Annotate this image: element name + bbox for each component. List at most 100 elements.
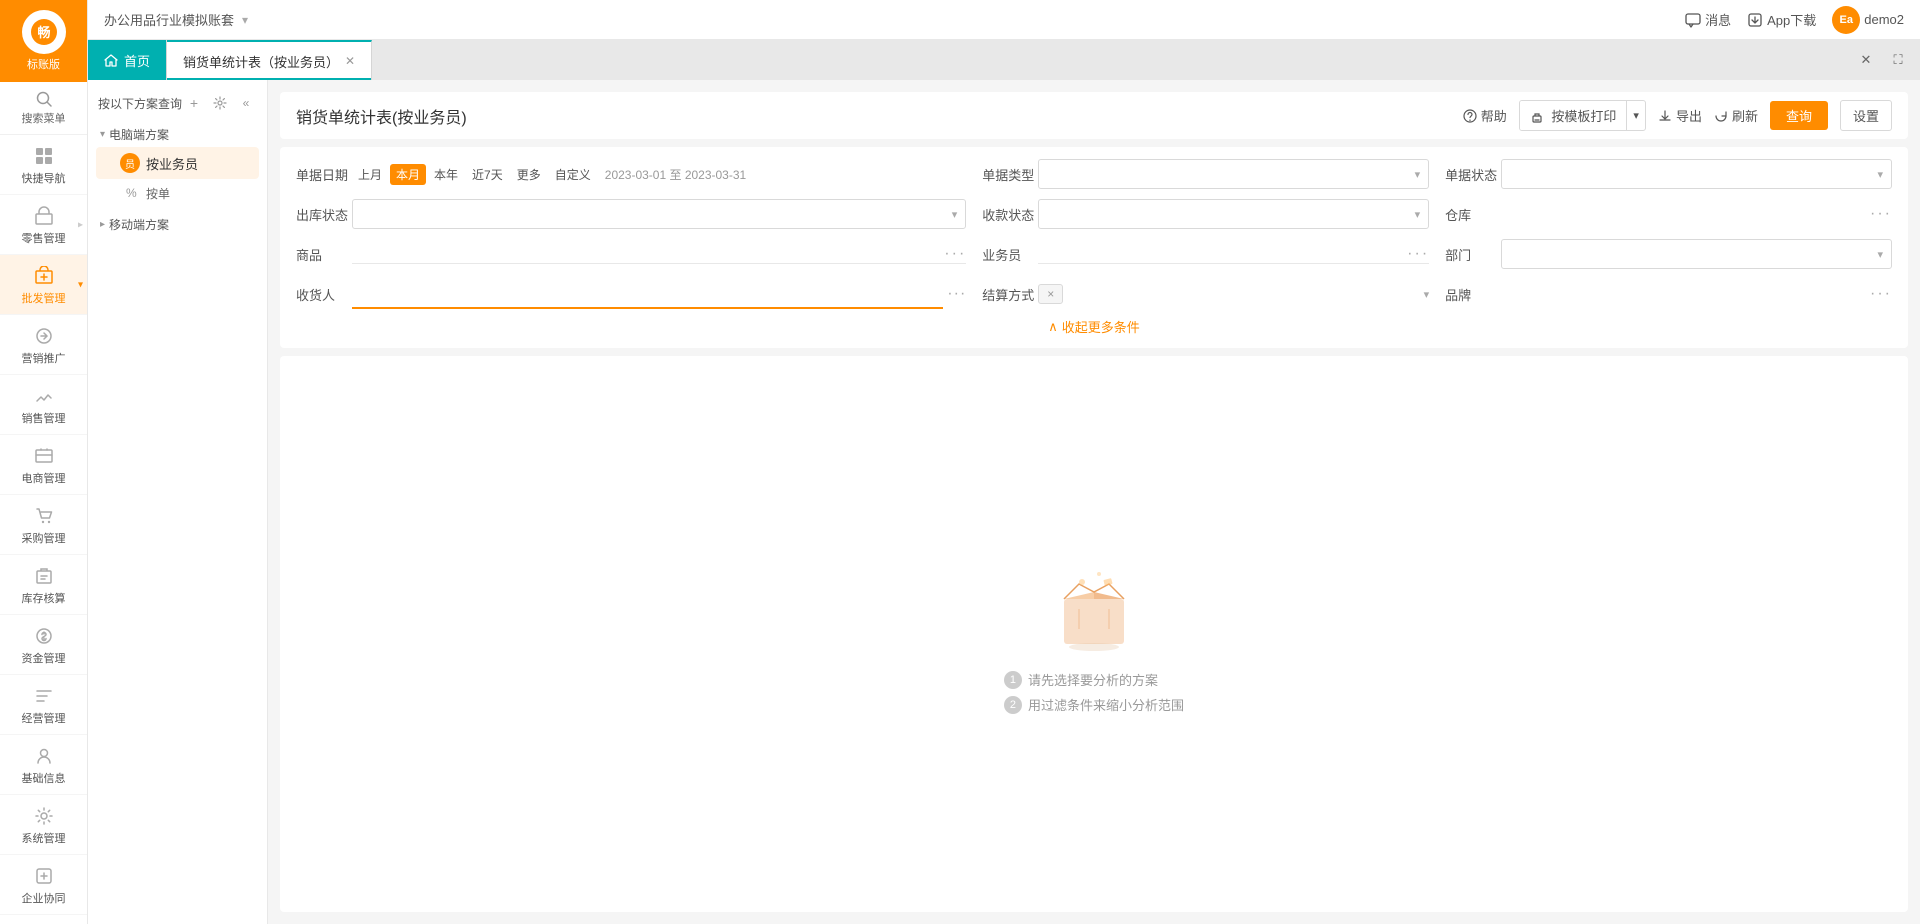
sidebar-item-basic[interactable]: 基础信息 [0,735,87,795]
consignee-dots[interactable]: ··· [947,285,966,303]
filter-payment-method-area: × ▾ [1038,284,1429,304]
scheme-sub-item-icon: % [124,184,140,203]
inventory-icon [33,565,55,587]
filter-item-salesperson: 业务员 ··· [982,245,1429,264]
scheme-item-by-salesperson-label: 按业务员 [146,154,198,173]
user-profile[interactable]: Ea demo2 [1832,6,1904,34]
refresh-label: 刷新 [1732,106,1758,125]
collapse-filters-button[interactable]: ∧ 收起更多条件 [296,317,1892,336]
app-download-icon [1747,12,1763,28]
empty-tip-1: 1 请先选择要分析的方案 [1004,670,1184,689]
sidebar-item-purchase[interactable]: 采购管理 [0,495,87,555]
content: 按以下方案查询 + « [88,80,1920,924]
add-scheme-button[interactable]: + [183,92,205,114]
topbar-arrow[interactable]: ▾ [242,13,248,27]
sidebar-item-retail[interactable]: 零售管理 ▸ [0,195,87,255]
app-download-label: App下载 [1767,10,1816,29]
filter-area: 单据日期 上月 本月 本年 近7天 更多 自定义 2023-03-01 至 20… [280,147,1908,348]
message-button[interactable]: 消息 [1685,10,1731,29]
filter-brand-input[interactable]: ··· [1501,285,1892,303]
page-title: 销货单统计表(按业务员) [296,104,467,128]
filter-salesperson-input[interactable]: ··· [1038,245,1429,264]
filter-date-tab-this-year[interactable]: 本年 [428,164,464,185]
filter-payment-method-arrow[interactable]: ▾ [1424,288,1430,301]
settings-button[interactable]: 设置 [1840,100,1892,131]
filter-doc-status-arrow: ▾ [1877,168,1883,181]
scheme-group-mobile-header[interactable]: ▸ 移动端方案 [96,212,259,237]
sidebar-item-ecom[interactable]: 电商管理 [0,435,87,495]
print-dropdown-button[interactable]: ▾ [1627,104,1645,127]
filter-payment-method-clear[interactable]: × [1047,287,1054,301]
tab-sales-stat[interactable]: 销货单统计表（按业务员） ✕ [167,40,372,80]
filter-department-arrow: ▾ [1877,248,1883,261]
sidebar-item-newbie[interactable]: 新手引导 [0,915,87,924]
help-button[interactable]: 帮助 [1463,106,1507,125]
sidebar-item-purchase-label: 采购管理 [22,530,66,546]
filter-date-tab-this-month[interactable]: 本月 [390,164,426,185]
user-name: demo2 [1864,12,1904,27]
scheme-item-by-salesperson[interactable]: 员 按业务员 [96,147,259,179]
sidebar-item-wholesale[interactable]: 批发管理 ▾ [0,255,87,315]
filter-warehouse-dots[interactable]: ··· [1501,205,1892,223]
sidebar-nav: 快捷导航 零售管理 ▸ 批发管理 ▾ [0,135,87,924]
maximize-button[interactable]: ⛶ [1884,46,1912,74]
app-download-button[interactable]: App下载 [1747,10,1816,29]
filter-date-tab-more[interactable]: 更多 [511,164,547,185]
salesperson-dots-text: ··· [1407,245,1429,263]
scheme-sub-item-by-order[interactable]: % 按单 [96,179,259,208]
sidebar-item-inventory-label: 库存核算 [22,590,66,606]
filter-goods-input[interactable]: ··· [352,245,966,264]
topbar: 办公用品行业模拟账套 ▾ 消息 App下载 Ea [88,0,1920,40]
print-btn-group: 按模板打印 ▾ [1519,100,1646,131]
sidebar-item-marketing[interactable]: 营销推广 [0,315,87,375]
svg-text:%: % [126,186,137,200]
query-button[interactable]: 查询 [1770,101,1828,130]
empty-tip-1-text: 请先选择要分析的方案 [1028,670,1158,689]
maximize-icon: ⛶ [1893,52,1902,68]
filter-date-tab-last-month[interactable]: 上月 [352,164,388,185]
filter-date-tab-last-7[interactable]: 近7天 [466,164,509,185]
sidebar-item-inventory[interactable]: 库存核算 [0,555,87,615]
retail-icon [33,205,55,227]
sidebar-item-operation[interactable]: 经营管理 [0,675,87,735]
collapse-arrow-icon: ∧ [1048,319,1058,335]
collapse-panel-button[interactable]: « [235,92,257,114]
sidebar-item-operation-label: 经营管理 [22,710,66,726]
filter-out-status-select[interactable]: ▾ [352,199,966,229]
sidebar-item-sales[interactable]: 销售管理 [0,375,87,435]
sidebar-search-button[interactable]: 搜索菜单 [0,82,87,135]
filter-doc-status-select[interactable]: ▾ [1501,159,1892,189]
left-panel-title: 按以下方案查询 [98,95,182,112]
export-button[interactable]: 导出 [1658,106,1702,125]
filter-consignee-input[interactable] [352,279,943,309]
filter-payment-method-label: 结算方式 [982,285,1038,304]
avatar: Ea [1832,6,1860,34]
filter-date-tab-custom[interactable]: 自定义 [549,164,597,185]
finance-icon [33,625,55,647]
filter-consignee-label: 收货人 [296,285,352,304]
filter-payment-status-select[interactable]: ▾ [1038,199,1429,229]
filter-doc-type-select[interactable]: ▾ [1038,159,1429,189]
message-label: 消息 [1705,10,1731,29]
filter-row-3: 商品 ··· 业务员 ··· 部门 [296,239,1892,269]
left-panel-header: 按以下方案查询 + « [88,88,267,122]
sidebar-item-system[interactable]: 系统管理 [0,795,87,855]
filter-item-payment-status: 收款状态 ▾ [982,199,1429,229]
tab-home[interactable]: 首页 [88,40,167,80]
tab-sales-stat-label: 销货单统计表（按业务员） [183,52,339,71]
tab-sales-stat-close[interactable]: ✕ [345,54,355,68]
sidebar-item-enterprise[interactable]: 企业协同 [0,855,87,915]
close-tab-button[interactable]: ✕ [1852,46,1880,74]
main-area: 办公用品行业模拟账套 ▾ 消息 App下载 Ea [88,0,1920,924]
filter-department-select[interactable]: ▾ [1501,239,1892,269]
refresh-button[interactable]: 刷新 [1714,106,1758,125]
print-button[interactable]: 按模板打印 [1520,101,1628,130]
filter-date-label: 单据日期 [296,165,352,184]
scheme-group-desktop-header[interactable]: ▾ 电脑端方案 [96,122,259,147]
sidebar-item-quick-nav[interactable]: 快捷导航 [0,135,87,195]
settings-scheme-button[interactable] [209,92,231,114]
sidebar: 畅 标账版 搜索菜单 快捷导航 [0,0,88,924]
sidebar-logo[interactable]: 畅 标账版 [0,0,87,82]
sidebar-item-finance[interactable]: 资金管理 [0,615,87,675]
empty-state: 1 请先选择要分析的方案 2 用过滤条件来缩小分析范围 [280,356,1908,912]
